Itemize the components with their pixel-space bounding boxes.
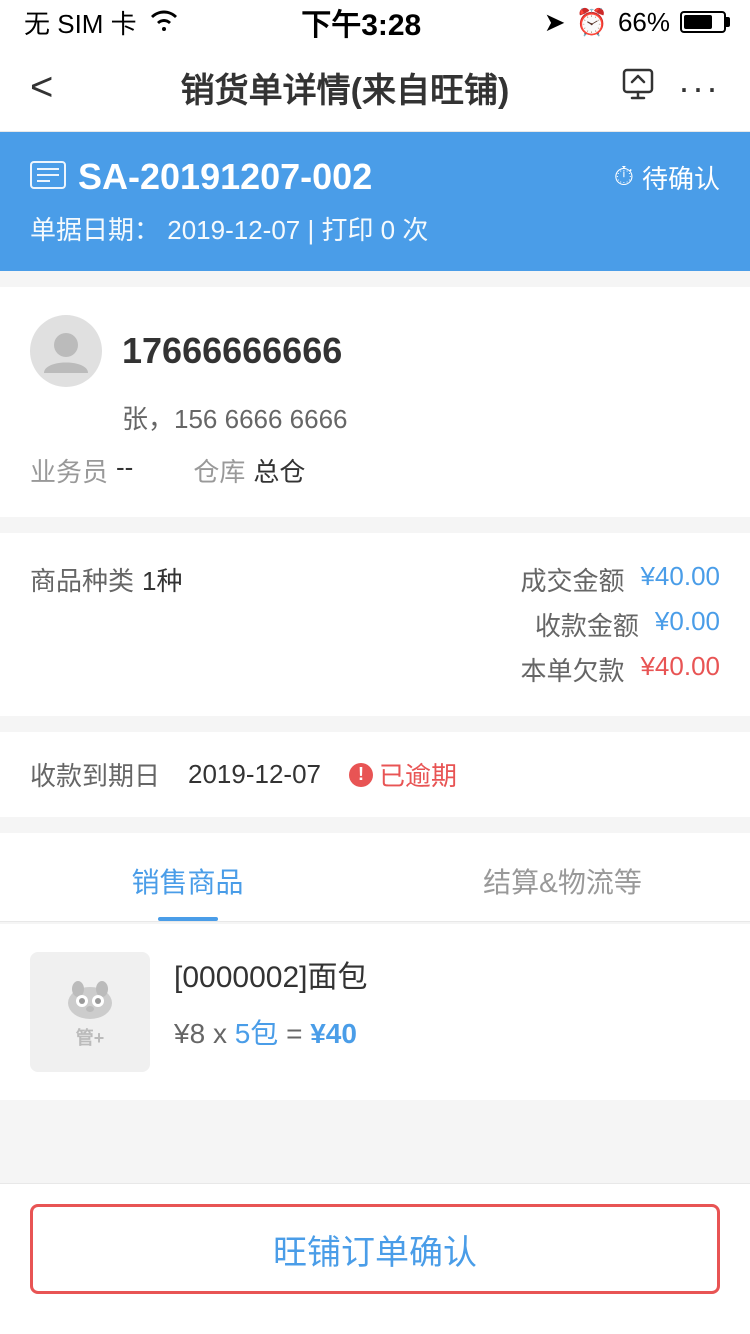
customer-card: 17666666666 张，156 6666 6666 业务员 -- 仓库 总仓	[0, 287, 750, 517]
tabs: 销售商品 结算&物流等	[0, 833, 750, 922]
nav-actions: ···	[600, 67, 720, 109]
product-total: ¥40	[310, 1018, 357, 1049]
bottom-bar: 旺铺订单确认	[0, 1183, 750, 1334]
equals-symbol: =	[286, 1018, 302, 1049]
avatar	[30, 315, 102, 387]
due-date-card: 收款到期日 2019-12-07 ! 已逾期	[0, 732, 750, 817]
product-count-label: 商品种类	[30, 561, 134, 598]
nav-bar: < 销货单详情(来自旺铺) ···	[0, 44, 750, 132]
order-date-row: 单据日期： 2019-12-07 | 打印 0 次	[30, 210, 720, 247]
overdue-badge: ! 已逾期	[349, 756, 457, 793]
status-text: 待确认	[642, 159, 720, 196]
received-value: ¥0.00	[655, 606, 720, 643]
status-bar: 无 SIM 卡 下午3:28 ➤ ⏰ 66%	[0, 0, 750, 44]
page-title: 销货单详情(来自旺铺)	[90, 63, 600, 112]
overdue-text: 已逾期	[379, 756, 457, 793]
status-time: 下午3:28	[301, 0, 421, 44]
sales-label: 业务员	[30, 452, 108, 489]
order-status: ⏱ 待确认	[614, 159, 720, 196]
warehouse-meta: 仓库 总仓	[193, 452, 305, 489]
sales-value: --	[116, 452, 133, 489]
order-header: SA-20191207-002 ⏱ 待确认 单据日期： 2019-12-07 |…	[0, 132, 750, 271]
tab-sales-products[interactable]: 销售商品	[0, 833, 375, 921]
battery-percent: 66%	[618, 7, 670, 38]
transaction-row: 成交金额 ¥40.00	[520, 561, 720, 598]
multiply-symbol: x	[213, 1018, 227, 1049]
battery-icon	[680, 11, 726, 33]
clock-icon: ⏱	[614, 161, 634, 193]
back-button[interactable]: <	[30, 65, 90, 110]
transaction-value: ¥40.00	[640, 561, 720, 598]
balance-row: 本单欠款 ¥40.00	[520, 651, 720, 688]
received-row: 收款金额 ¥0.00	[535, 606, 720, 643]
wifi-icon	[149, 7, 179, 38]
warehouse-value: 总仓	[253, 452, 305, 489]
product-list: 管+ [0000002]面包 ¥8 x 5包 = ¥40	[0, 924, 750, 1100]
balance-value: ¥40.00	[640, 651, 720, 688]
carrier-label: 无 SIM 卡	[24, 4, 137, 41]
customer-name: 张，156 6666 6666	[122, 399, 720, 436]
due-date: 2019-12-07	[188, 759, 321, 790]
location-icon: ➤	[544, 7, 566, 38]
product-qty: 5包	[235, 1018, 279, 1049]
product-count: 商品种类 1种	[30, 561, 182, 598]
sales-meta: 业务员 --	[30, 452, 133, 489]
share-icon[interactable]	[622, 68, 654, 108]
received-label: 收款金额	[535, 606, 639, 643]
more-icon[interactable]: ···	[678, 67, 720, 109]
product-price: ¥8 x 5包 = ¥40	[174, 1012, 720, 1052]
order-id-text: SA-20191207-002	[78, 156, 372, 198]
transaction-label: 成交金额	[520, 561, 624, 598]
product-name: [0000002]面包	[174, 952, 720, 996]
brand-label: 管+	[76, 1024, 105, 1050]
product-count-value: 1种	[142, 561, 182, 598]
status-left: 无 SIM 卡	[24, 4, 179, 41]
table-row: 管+ [0000002]面包 ¥8 x 5包 = ¥40	[0, 924, 750, 1100]
customer-phone: 17666666666	[122, 330, 342, 372]
warehouse-label: 仓库	[193, 452, 245, 489]
summary-card: 商品种类 1种 成交金额 ¥40.00 收款金额 ¥0.00 本单欠款 ¥40.…	[0, 533, 750, 716]
confirm-wangpu-button[interactable]: 旺铺订单确认	[30, 1204, 720, 1294]
due-label: 收款到期日	[30, 756, 160, 793]
tab-settlement-logistics[interactable]: 结算&物流等	[375, 833, 750, 921]
price-amount: ¥8	[174, 1018, 205, 1049]
product-info: [0000002]面包 ¥8 x 5包 = ¥40	[174, 952, 720, 1052]
customer-meta: 业务员 -- 仓库 总仓	[30, 452, 720, 489]
alarm-icon: ⏰	[576, 7, 608, 38]
status-right: ➤ ⏰ 66%	[544, 7, 726, 38]
amount-summary: 成交金额 ¥40.00 收款金额 ¥0.00 本单欠款 ¥40.00	[520, 561, 720, 688]
overdue-icon: !	[349, 763, 373, 787]
balance-label: 本单欠款	[520, 651, 624, 688]
product-thumbnail: 管+	[30, 952, 150, 1072]
order-icon	[30, 156, 66, 198]
order-id: SA-20191207-002	[30, 156, 372, 198]
